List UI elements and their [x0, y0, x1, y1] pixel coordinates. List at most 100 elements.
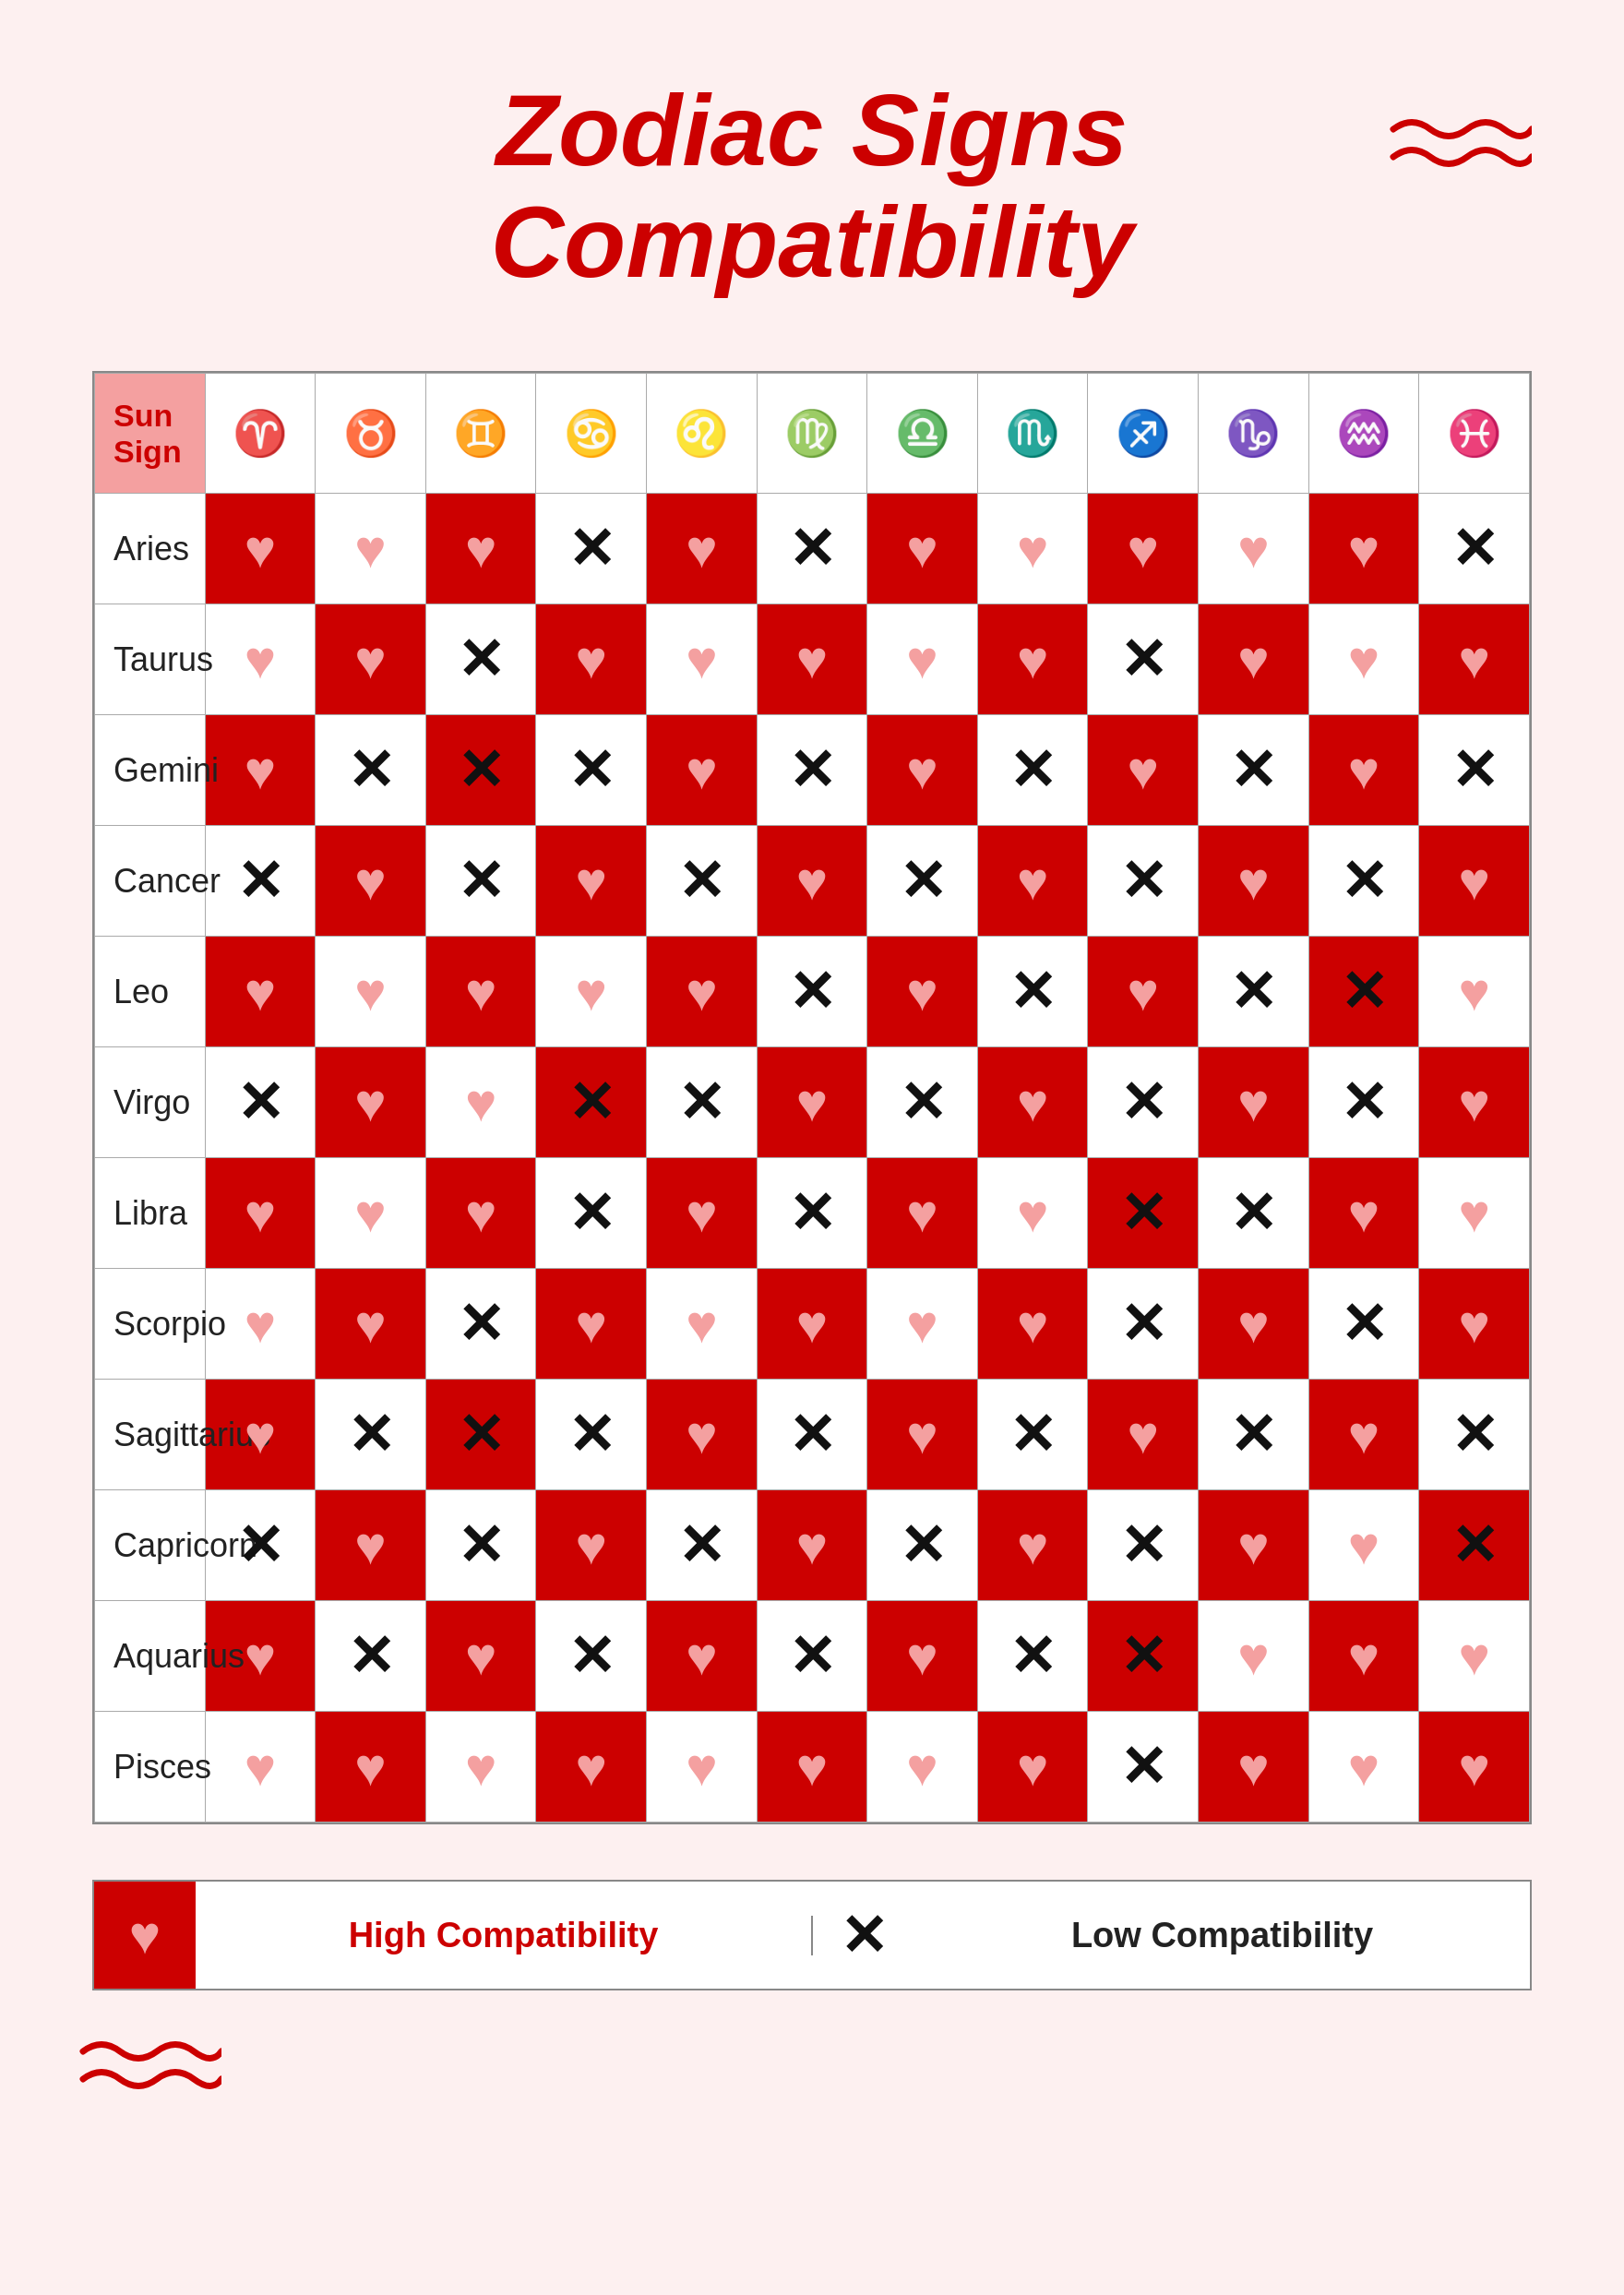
heart-icon: ♥	[245, 633, 276, 687]
heart-icon: ♥	[465, 1630, 496, 1683]
cross-icon: ✕	[457, 853, 505, 910]
legend-cross-icon: ✕	[840, 1902, 888, 1969]
sign-label-capricorn: Capricorn	[95, 1490, 206, 1601]
wavy-decoration-bottom-left	[74, 2033, 221, 2110]
table-row: Pisces♥♥♥♥♥♥♥♥✕♥♥♥	[95, 1712, 1530, 1823]
cell: ♥	[425, 1601, 536, 1712]
heart-icon: ♥	[576, 1519, 607, 1572]
legend-low-label: Low Compatibility	[914, 1916, 1530, 1955]
heart-icon: ♥	[245, 1630, 276, 1683]
heart-icon: ♥	[1348, 633, 1379, 687]
heart-icon: ♥	[1458, 965, 1489, 1019]
cell: ✕	[757, 1380, 867, 1490]
cross-icon: ✕	[1340, 853, 1388, 910]
heart-icon: ♥	[354, 1076, 386, 1130]
cell: ♥	[316, 494, 426, 604]
sign-label-gemini: Gemini	[95, 715, 206, 826]
cross-icon: ✕	[677, 1517, 725, 1574]
cell: ✕	[1088, 604, 1199, 715]
cell: ♥	[647, 494, 758, 604]
heart-icon: ♥	[465, 1076, 496, 1130]
table-row: Scorpio♥♥✕♥♥♥♥♥✕♥✕♥	[95, 1269, 1530, 1380]
cell: ✕	[316, 1380, 426, 1490]
cell: ♥	[647, 604, 758, 715]
cross-icon: ✕	[1009, 1406, 1057, 1464]
cross-icon: ✕	[677, 1074, 725, 1131]
heart-icon: ♥	[354, 1519, 386, 1572]
scorpio-symbol: ♏	[977, 374, 1088, 494]
gemini-symbol: ♊	[425, 374, 536, 494]
cell: ♥	[425, 937, 536, 1047]
heart-icon: ♥	[465, 522, 496, 576]
cell: ✕	[1199, 1158, 1309, 1269]
legend-heart-box: ♥	[94, 1882, 196, 1989]
cell: ♥	[1308, 1490, 1419, 1601]
cross-icon: ✕	[899, 1074, 947, 1131]
cell: ♥	[1088, 494, 1199, 604]
cell: ♥	[1199, 1047, 1309, 1158]
cell: ✕	[425, 826, 536, 937]
sign-label-aquarius: Aquarius	[95, 1601, 206, 1712]
cell: ✕	[1088, 1047, 1199, 1158]
sign-label-sagittarius: Sagittarius	[95, 1380, 206, 1490]
cell: ♥	[1419, 1601, 1530, 1712]
cell: ✕	[536, 1158, 647, 1269]
heart-icon: ♥	[906, 1187, 937, 1240]
table-row: Aries♥♥♥✕♥✕♥♥♥♥♥✕	[95, 494, 1530, 604]
cell: ✕	[536, 494, 647, 604]
heart-icon: ♥	[906, 633, 937, 687]
cell: ♥	[536, 937, 647, 1047]
cross-icon: ✕	[236, 1517, 284, 1574]
cross-icon: ✕	[236, 1074, 284, 1131]
cell: ♥	[536, 1712, 647, 1823]
heart-icon: ♥	[1237, 855, 1269, 908]
heart-icon: ♥	[906, 744, 937, 797]
sign-label-taurus: Taurus	[95, 604, 206, 715]
heart-icon: ♥	[1348, 1408, 1379, 1462]
heart-icon: ♥	[1128, 1408, 1159, 1462]
cell: ♥	[867, 1601, 978, 1712]
cell: ♥	[867, 1380, 978, 1490]
cell: ♥	[1088, 937, 1199, 1047]
heart-icon: ♥	[354, 1297, 386, 1351]
cell: ✕	[425, 1380, 536, 1490]
heart-icon: ♥	[245, 1740, 276, 1794]
cross-icon: ✕	[1229, 963, 1277, 1021]
heart-icon: ♥	[1348, 522, 1379, 576]
heart-icon: ♥	[796, 1740, 828, 1794]
cross-icon: ✕	[899, 853, 947, 910]
cell: ♥	[1419, 937, 1530, 1047]
cell: ✕	[425, 604, 536, 715]
cell: ♥	[1199, 1712, 1309, 1823]
cell: ✕	[536, 1047, 647, 1158]
heart-icon: ♥	[354, 965, 386, 1019]
heart-icon: ♥	[906, 1297, 937, 1351]
heart-icon: ♥	[576, 855, 607, 908]
legend-high-label: High Compatibility	[196, 1916, 813, 1955]
sign-label-cancer: Cancer	[95, 826, 206, 937]
heart-icon: ♥	[1348, 1519, 1379, 1572]
heart-icon: ♥	[1348, 1740, 1379, 1794]
cell: ✕	[1419, 1380, 1530, 1490]
heart-icon: ♥	[1128, 522, 1159, 576]
cell: ✕	[1419, 1490, 1530, 1601]
taurus-symbol: ♉	[316, 374, 426, 494]
heart-icon: ♥	[245, 965, 276, 1019]
cross-icon: ✕	[1119, 1517, 1167, 1574]
cell: ♥	[1308, 604, 1419, 715]
cross-icon: ✕	[1229, 1406, 1277, 1464]
cell: ♥	[1308, 1712, 1419, 1823]
cell: ✕	[1199, 715, 1309, 826]
cross-icon: ✕	[236, 853, 284, 910]
cell: ♥	[1199, 826, 1309, 937]
cross-icon: ✕	[1009, 963, 1057, 1021]
cross-icon: ✕	[1340, 1296, 1388, 1353]
cross-icon: ✕	[567, 1406, 615, 1464]
cell: ✕	[647, 826, 758, 937]
table-row: Capricorn✕♥✕♥✕♥✕♥✕♥♥✕	[95, 1490, 1530, 1601]
heart-icon: ♥	[686, 633, 717, 687]
cell: ♥	[867, 1269, 978, 1380]
cell: ✕	[1419, 494, 1530, 604]
legend: ♥ High Compatibility ✕ Low Compatibility	[92, 1880, 1532, 1990]
cell: ♥	[1088, 1380, 1199, 1490]
